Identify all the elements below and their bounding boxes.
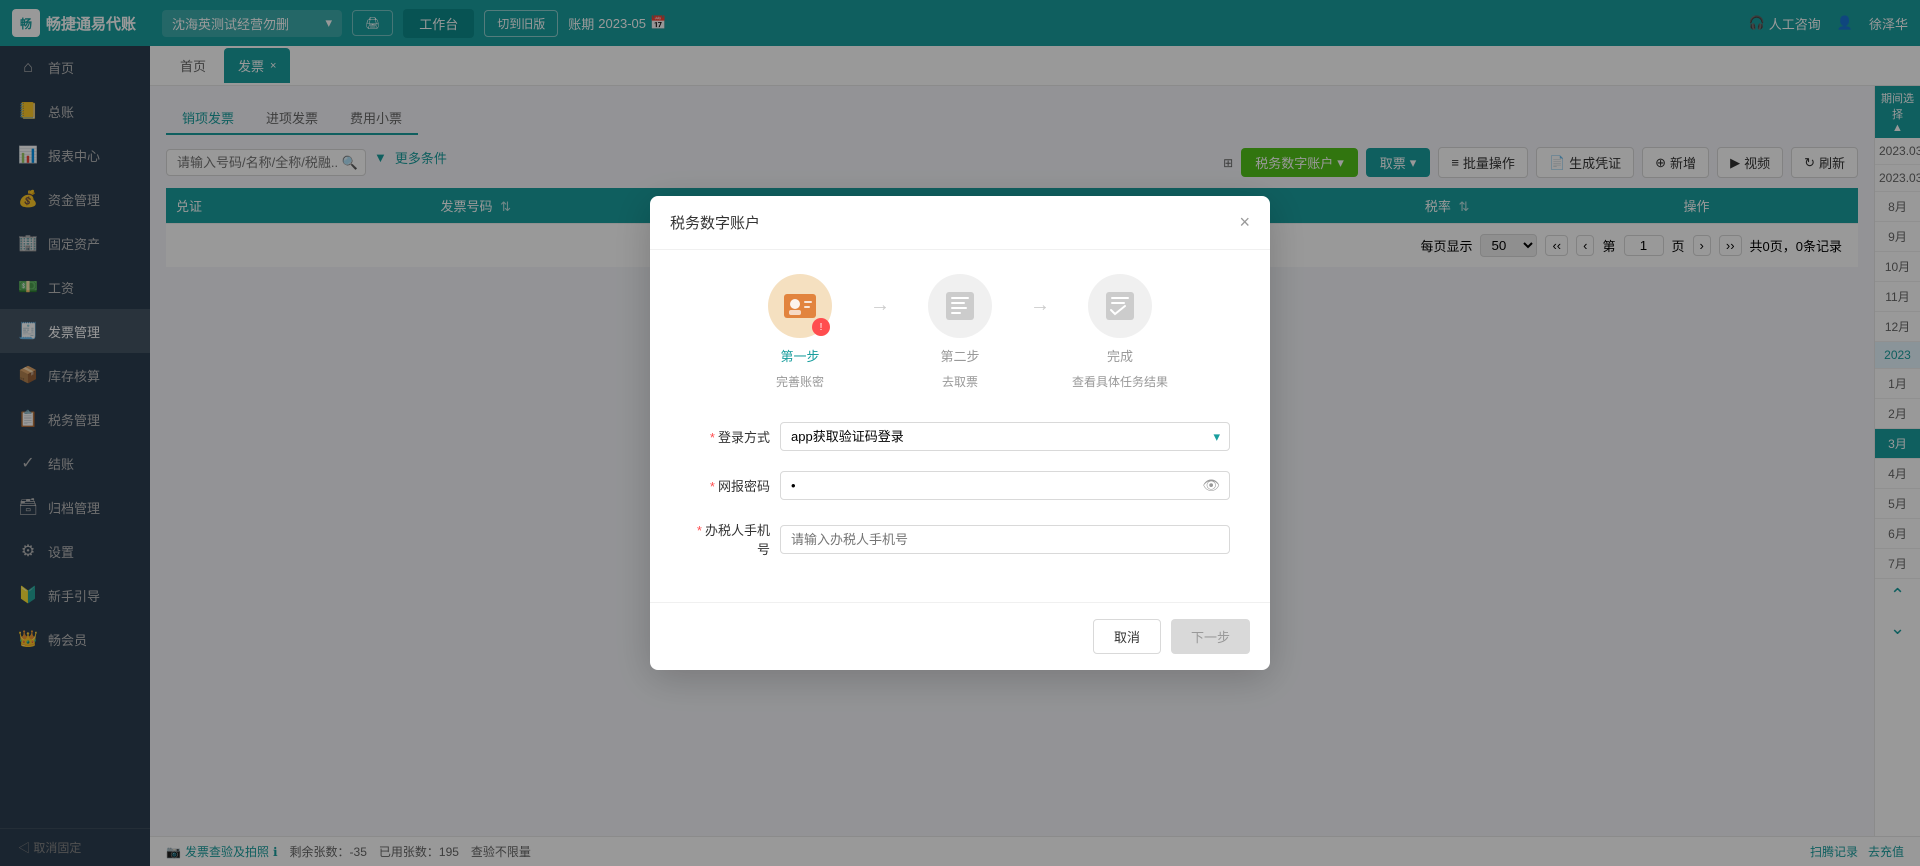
step-2-desc: 去取票 (942, 373, 978, 390)
step-3-desc: 查看具体任务结果 (1072, 373, 1168, 390)
cancel-button[interactable]: 取消 (1093, 619, 1161, 654)
step-2-title: 第二步 (940, 346, 979, 365)
step-2-icon (942, 288, 978, 324)
modal-title: 税务数字账户 (670, 212, 760, 233)
modal-footer: 取消 下一步 (650, 602, 1270, 670)
login-method-select-wrap: app获取验证码登录 密码登录 ▾ (780, 422, 1230, 451)
step-1-badge: ! (812, 318, 830, 336)
step-1-desc: 完善账密 (776, 373, 824, 390)
password-row: 网报密码 👁 (690, 471, 1230, 500)
next-button[interactable]: 下一步 (1171, 619, 1250, 654)
modal-dialog: 税务数字账户 × ! (650, 196, 1270, 670)
step-1-icon-wrap: ! (768, 274, 832, 338)
steps-bar: ! 第一步 完善账密 → (690, 274, 1230, 390)
step-3-icon (1102, 288, 1138, 324)
password-wrap: 👁 (780, 471, 1230, 500)
modal-close-btn[interactable]: × (1239, 212, 1250, 233)
phone-input[interactable] (780, 525, 1230, 554)
modal-overlay[interactable]: 税务数字账户 × ! (0, 0, 1920, 866)
modal-body: ! 第一步 完善账密 → (650, 250, 1270, 602)
login-method-row: 登录方式 app获取验证码登录 密码登录 ▾ (690, 422, 1230, 451)
password-toggle-icon[interactable]: 👁 (1202, 477, 1220, 494)
password-label: 网报密码 (690, 476, 770, 495)
step-3-title: 完成 (1107, 346, 1133, 365)
step-1: ! 第一步 完善账密 (730, 274, 870, 390)
login-method-select[interactable]: app获取验证码登录 密码登录 (780, 422, 1230, 451)
step-2: 第二步 去取票 (890, 274, 1030, 390)
step-arrow-1: → (870, 294, 890, 317)
step-2-icon-wrap (928, 274, 992, 338)
login-method-label: 登录方式 (690, 427, 770, 446)
phone-row: 办税人手机号 (690, 520, 1230, 558)
step-3: 完成 查看具体任务结果 (1050, 274, 1190, 390)
step-1-icon (782, 288, 818, 324)
step-arrow-2: → (1030, 294, 1050, 317)
modal-header: 税务数字账户 × (650, 196, 1270, 250)
password-input[interactable] (780, 471, 1230, 500)
phone-label: 办税人手机号 (690, 520, 770, 558)
step-3-icon-wrap (1088, 274, 1152, 338)
step-1-title: 第一步 (780, 346, 819, 365)
